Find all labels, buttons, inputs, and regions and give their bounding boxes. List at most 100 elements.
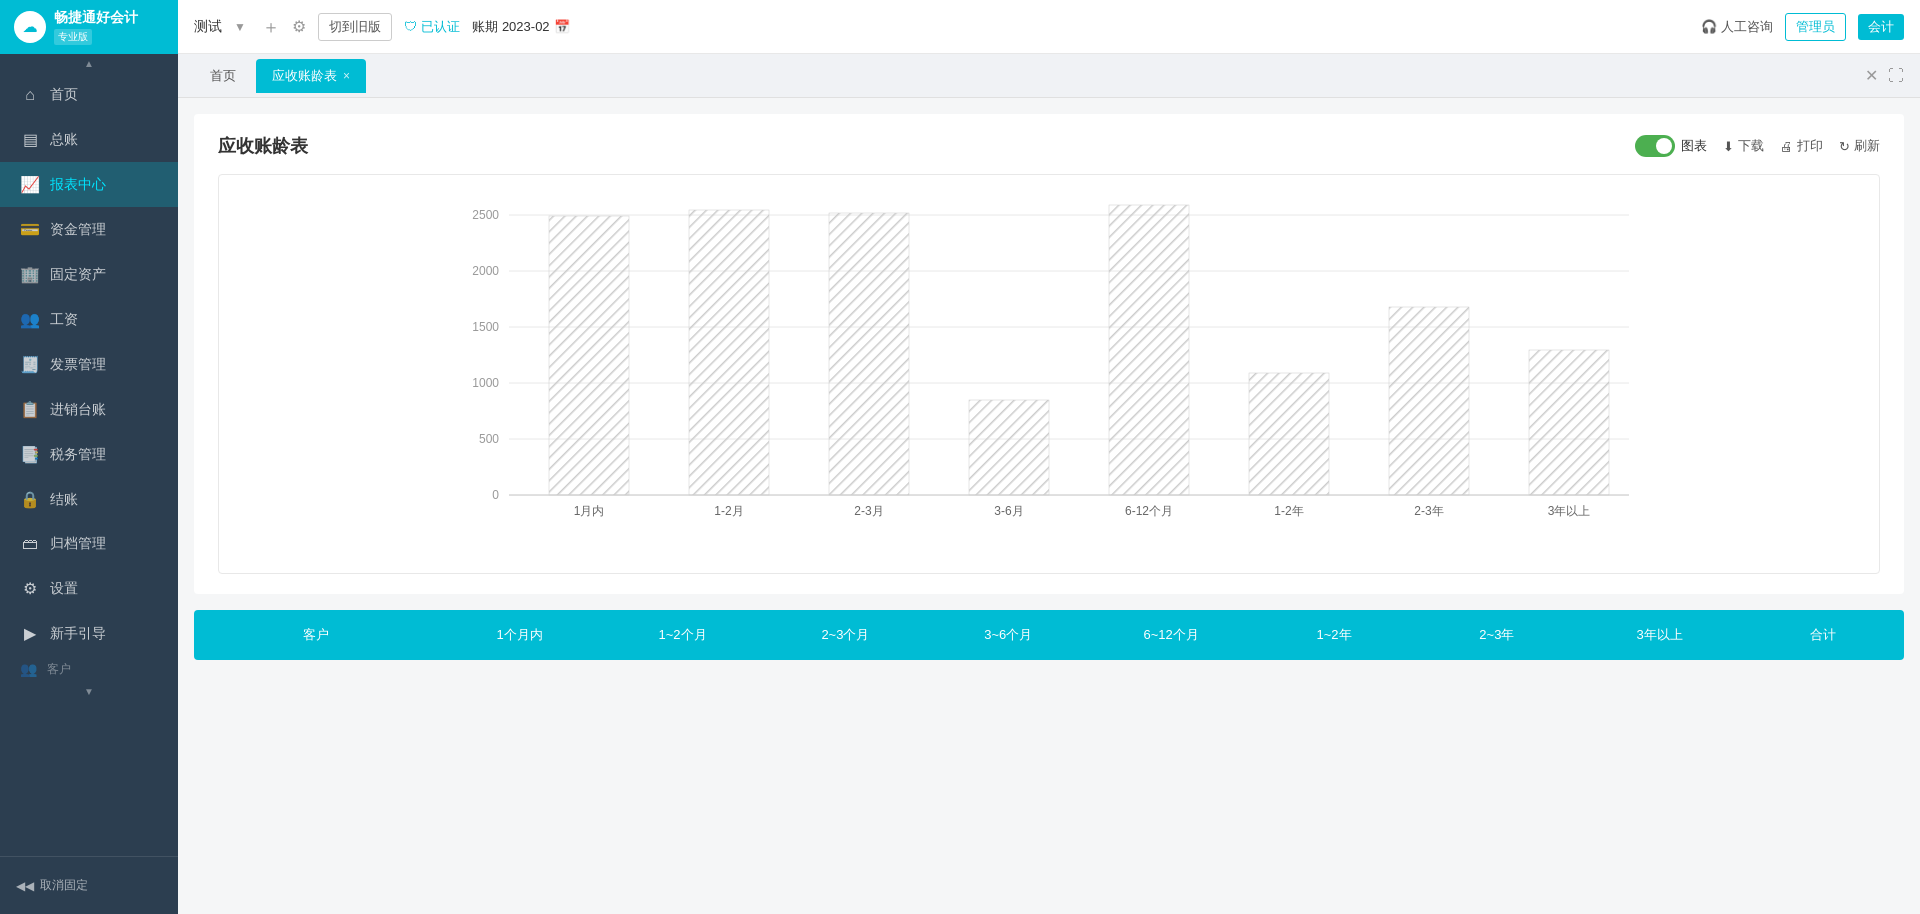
sidebar-item-label: 固定资产 [50, 266, 106, 284]
table-header: 客户 1个月内 1~2个月 2~3个月 3~6个月 6~12个月 1~2年 2~… [194, 610, 1904, 660]
sidebar-item-reports[interactable]: 📈 报表中心 [0, 162, 178, 207]
shield-icon: 🛡 [404, 19, 417, 34]
certified-label: 已认证 [421, 18, 460, 36]
sidebar-item-closing[interactable]: 🔒 结账 [0, 477, 178, 522]
sidebar-item-label: 总账 [50, 131, 78, 149]
col-header-2-3y: 2~3年 [1415, 610, 1578, 660]
switch-old-version-button[interactable]: 切到旧版 [318, 13, 392, 41]
settings-icon: ⚙ [20, 579, 40, 598]
home-icon: ⌂ [20, 86, 40, 104]
role-button[interactable]: 会计 [1858, 14, 1904, 40]
tab-close-icon[interactable]: × [343, 69, 350, 83]
consult-button[interactable]: 🎧 人工咨询 [1701, 18, 1773, 36]
chart-toggle-label: 图表 [1681, 137, 1707, 155]
bar-1m [549, 216, 629, 495]
print-label: 打印 [1797, 137, 1823, 155]
admin-button[interactable]: 管理员 [1785, 13, 1846, 41]
consult-label: 人工咨询 [1721, 18, 1773, 36]
bar-chart: 0 500 1000 1500 2000 2500 1月内 [239, 195, 1859, 535]
tabbar: 首页 应收账龄表 × ✕ ⛶ [178, 54, 1920, 98]
period-label: 账期 [472, 18, 498, 36]
expand-window-icon[interactable]: ⛶ [1888, 67, 1904, 85]
sidebar-item-invoice[interactable]: 🧾 发票管理 [0, 342, 178, 387]
partial-icon: 👥 [20, 661, 37, 677]
sidebar-item-inventory[interactable]: 📋 进销台账 [0, 387, 178, 432]
page-header: 应收账龄表 图表 ⬇ 下载 🖨 打印 ↻ [218, 134, 1880, 158]
sidebar-item-label: 进销台账 [50, 401, 106, 419]
main-content: 测试 ▼ ＋ ⚙ 切到旧版 🛡 已认证 账期 2023-02 📅 🎧 人工咨询 … [178, 0, 1920, 914]
scroll-down-indicator: ▼ [0, 682, 178, 701]
page-body: 应收账龄表 图表 ⬇ 下载 🖨 打印 ↻ [178, 98, 1920, 914]
sidebar-item-settings[interactable]: ⚙ 设置 [0, 566, 178, 611]
inventory-icon: 📋 [20, 400, 40, 419]
bar-1-2m [689, 210, 769, 495]
sidebar-item-salary[interactable]: 👥 工资 [0, 297, 178, 342]
logo-icon: ☁ [14, 11, 46, 43]
tax-icon: 📑 [20, 445, 40, 464]
tab-icons: ✕ ⛶ [1865, 66, 1904, 85]
col-header-1-2m: 1~2个月 [601, 610, 764, 660]
closing-icon: 🔒 [20, 490, 40, 509]
sidebar-item-archive[interactable]: 🗃 归档管理 [0, 522, 178, 566]
chart-toggle-area: 图表 [1635, 135, 1707, 157]
tab-ar-aging[interactable]: 应收账龄表 × [256, 59, 366, 93]
bar-3y-plus [1529, 350, 1609, 495]
sidebar-item-capital[interactable]: 💳 资金管理 [0, 207, 178, 252]
bar-2-3y [1389, 307, 1469, 495]
bar-6-12m [1109, 205, 1189, 495]
sidebar-item-home[interactable]: ⌂ 首页 [0, 73, 178, 117]
cancel-fixed-label: 取消固定 [40, 877, 88, 894]
close-window-icon[interactable]: ✕ [1865, 66, 1878, 85]
sidebar-bottom: ◀◀ 取消固定 [0, 856, 178, 914]
assets-icon: 🏢 [20, 265, 40, 284]
page-content-area: 应收账龄表 图表 ⬇ 下载 🖨 打印 ↻ [194, 114, 1904, 594]
sidebar-item-label: 发票管理 [50, 356, 106, 374]
download-button[interactable]: ⬇ 下载 [1723, 137, 1764, 155]
capital-icon: 💳 [20, 220, 40, 239]
svg-text:3年以上: 3年以上 [1548, 504, 1591, 518]
certified-badge: 🛡 已认证 [404, 18, 460, 36]
chart-container: 0 500 1000 1500 2000 2500 1月内 [218, 174, 1880, 574]
col-header-1m: 1个月内 [438, 610, 601, 660]
tab-home[interactable]: 首页 [194, 59, 252, 93]
bar-3-6m [969, 400, 1049, 495]
svg-text:1月内: 1月内 [574, 504, 605, 518]
col-header-3-6m: 3~6个月 [927, 610, 1090, 660]
period-value: 2023-02 [502, 19, 550, 34]
ledger-icon: ▤ [20, 130, 40, 149]
refresh-button[interactable]: ↻ 刷新 [1839, 137, 1880, 155]
app-logo: ☁ 畅捷通好会计 专业版 [0, 0, 178, 54]
svg-text:2-3月: 2-3月 [854, 504, 883, 518]
sidebar-item-ledger[interactable]: ▤ 总账 [0, 117, 178, 162]
project-dropdown-icon[interactable]: ▼ [234, 20, 246, 34]
sidebar-item-label: 设置 [50, 580, 78, 598]
sidebar-item-label: 结账 [50, 491, 78, 509]
settings-button[interactable]: ⚙ [292, 17, 306, 36]
svg-text:6-12个月: 6-12个月 [1125, 504, 1173, 518]
bar-1-2y [1249, 373, 1329, 495]
page-title: 应收账龄表 [218, 134, 308, 158]
calendar-icon[interactable]: 📅 [554, 19, 570, 34]
col-header-3y-plus: 3年以上 [1578, 610, 1741, 660]
print-button[interactable]: 🖨 打印 [1780, 137, 1823, 155]
svg-text:2-3年: 2-3年 [1414, 504, 1443, 518]
add-project-button[interactable]: ＋ [262, 15, 280, 39]
svg-text:2000: 2000 [472, 264, 499, 278]
sidebar-item-label: 资金管理 [50, 221, 106, 239]
svg-text:2500: 2500 [472, 208, 499, 222]
headset-icon: 🎧 [1701, 19, 1717, 34]
sidebar-item-assets[interactable]: 🏢 固定资产 [0, 252, 178, 297]
bar-2-3m [829, 213, 909, 495]
sidebar-item-label: 报表中心 [50, 176, 106, 194]
tab-home-label: 首页 [210, 67, 236, 85]
sidebar-item-tax[interactable]: 📑 税务管理 [0, 432, 178, 477]
chart-toggle[interactable] [1635, 135, 1675, 157]
app-name: 畅捷通好会计 [54, 9, 138, 26]
sidebar-item-guide[interactable]: ▶ 新手引导 [0, 611, 178, 656]
col-header-6-12m: 6~12个月 [1090, 610, 1253, 660]
svg-text:1500: 1500 [472, 320, 499, 334]
cancel-fixed-icon: ◀◀ [16, 879, 34, 893]
svg-text:500: 500 [479, 432, 499, 446]
salary-icon: 👥 [20, 310, 40, 329]
cancel-fixed-button[interactable]: ◀◀ 取消固定 [0, 867, 178, 904]
